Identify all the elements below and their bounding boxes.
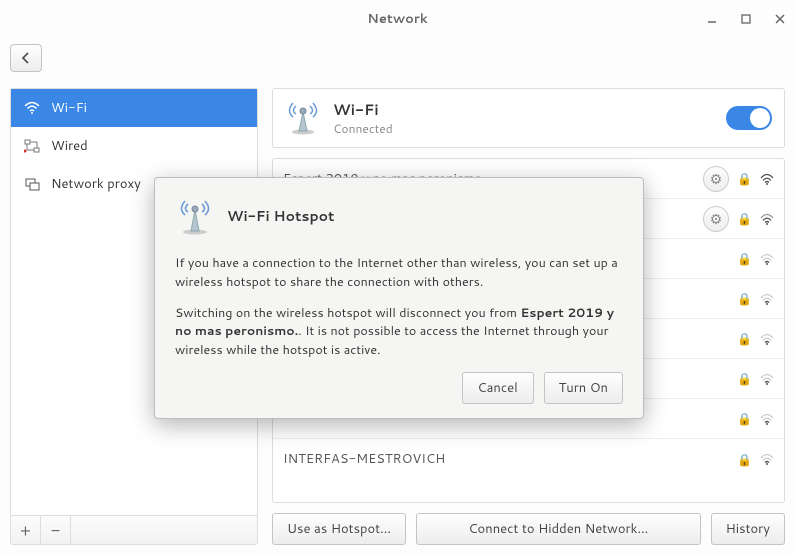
signal-icon — [760, 293, 774, 305]
wifi-icon — [23, 101, 41, 115]
sidebar-footer: + − — [10, 516, 258, 545]
lock-icon: 🔒 — [737, 250, 752, 267]
sidebar-item-label: Wi-Fi — [51, 99, 87, 117]
use-hotspot-button[interactable]: Use as Hotspot... — [272, 513, 406, 545]
network-row[interactable]: INTERFAS-MESTROVICH 🔒 — [273, 439, 784, 479]
dialog-actions: Cancel Turn On — [175, 372, 623, 404]
history-button[interactable]: History — [711, 513, 785, 545]
network-name: INTERFAS-MESTROVICH — [283, 450, 729, 468]
lock-icon: 🔒 — [737, 210, 752, 227]
sidebar-item-label: Network proxy — [51, 175, 141, 193]
wifi-status-sub: Connected — [333, 120, 714, 137]
window-controls — [703, 0, 789, 38]
bottom-buttons: Use as Hotspot... Connect to Hidden Netw… — [272, 513, 785, 545]
signal-icon — [760, 253, 774, 265]
close-button[interactable] — [771, 10, 789, 28]
wifi-toggle[interactable] — [726, 106, 772, 130]
cancel-button[interactable]: Cancel — [462, 372, 534, 404]
wifi-antenna-icon — [285, 100, 321, 136]
lock-icon: 🔒 — [737, 451, 752, 468]
lock-icon: 🔒 — [737, 370, 752, 387]
maximize-button[interactable] — [737, 10, 755, 28]
lock-icon: 🔒 — [737, 290, 752, 307]
minimize-button[interactable] — [703, 10, 721, 28]
lock-icon: 🔒 — [737, 410, 752, 427]
signal-icon — [760, 373, 774, 385]
signal-icon — [760, 333, 774, 345]
dialog-body: If you have a connection to the Internet… — [175, 254, 623, 360]
lock-icon: 🔒 — [737, 330, 752, 347]
wired-icon — [23, 139, 41, 153]
hotspot-dialog: Wi-Fi Hotspot If you have a connection t… — [154, 177, 644, 419]
sidebar-item-wifi[interactable]: Wi-Fi — [11, 89, 257, 127]
gear-icon[interactable]: ⚙ — [703, 206, 729, 232]
window-title: Network — [367, 10, 427, 28]
titlebar: Network — [0, 0, 795, 38]
lock-icon: 🔒 — [737, 170, 752, 187]
headerbar — [0, 38, 795, 78]
signal-icon — [760, 173, 774, 185]
proxy-icon — [23, 177, 41, 191]
signal-icon — [760, 213, 774, 225]
wifi-status-box: Wi-Fi Connected — [272, 88, 785, 148]
signal-icon — [760, 453, 774, 465]
wifi-status-title: Wi-Fi — [333, 99, 714, 120]
remove-button[interactable]: − — [41, 516, 71, 544]
sidebar-item-label: Wired — [51, 137, 88, 155]
dialog-title: Wi-Fi Hotspot — [227, 206, 334, 226]
sidebar-item-wired[interactable]: Wired — [11, 127, 257, 165]
back-button[interactable] — [10, 44, 42, 72]
wifi-status-text: Wi-Fi Connected — [333, 99, 714, 137]
turn-on-button[interactable]: Turn On — [544, 372, 623, 404]
dialog-para2: Switching on the wireless hotspot will d… — [175, 304, 623, 360]
signal-icon — [760, 413, 774, 425]
wifi-antenna-icon — [175, 196, 215, 236]
dialog-para1: If you have a connection to the Internet… — [175, 254, 623, 292]
connect-hidden-button[interactable]: Connect to Hidden Network... — [416, 513, 701, 545]
add-button[interactable]: + — [11, 516, 41, 544]
gear-icon[interactable]: ⚙ — [703, 166, 729, 192]
